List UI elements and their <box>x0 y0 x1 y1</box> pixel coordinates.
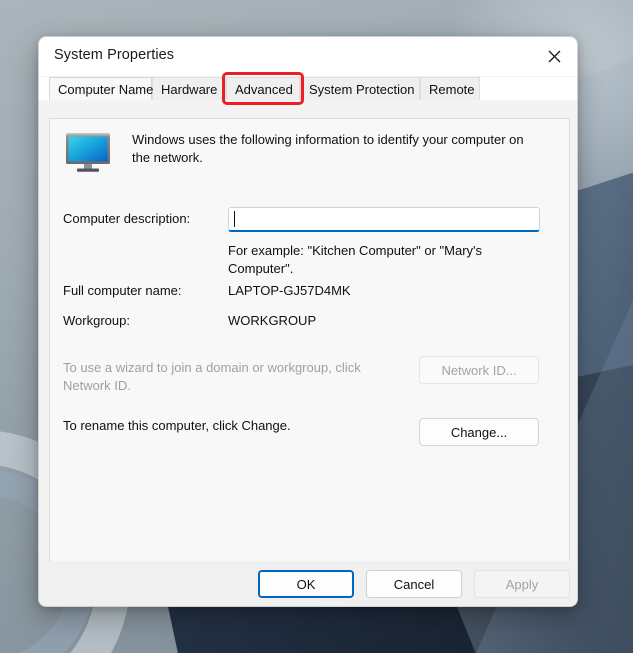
close-icon[interactable] <box>532 37 577 76</box>
title-bar: System Properties <box>39 37 577 76</box>
intro-row: Windows uses the following information t… <box>62 131 562 173</box>
tab-label: Advanced <box>235 81 293 97</box>
window-title: System Properties <box>54 47 175 63</box>
tab-computer-name[interactable]: Computer Name <box>49 77 154 100</box>
tab-remote[interactable]: Remote <box>420 77 480 100</box>
tab-hardware[interactable]: Hardware <box>152 77 226 100</box>
change-button[interactable]: Change... <box>419 418 539 446</box>
tab-label: Remote <box>429 81 475 97</box>
system-properties-dialog: System Properties Computer Name Hardware… <box>38 36 578 607</box>
tab-strip: Computer Name Hardware Advanced System P… <box>39 72 577 105</box>
full-computer-name-label: Full computer name: <box>63 283 182 298</box>
tab-advanced[interactable]: Advanced <box>226 77 300 100</box>
rename-description: To rename this computer, click Change. <box>63 418 291 433</box>
ok-button[interactable]: OK <box>258 570 354 598</box>
tab-content-panel: Windows uses the following information t… <box>49 118 570 562</box>
tab-system-protection[interactable]: System Protection <box>300 77 420 100</box>
intro-text: Windows uses the following information t… <box>132 132 524 165</box>
network-id-button[interactable]: Network ID... <box>419 356 539 384</box>
workgroup-label: Workgroup: <box>63 313 130 328</box>
description-hint: For example: "Kitchen Computer" or "Mary… <box>228 243 483 276</box>
text-caret <box>234 211 235 227</box>
dialog-footer: OK Cancel Apply <box>39 561 577 606</box>
computer-description-input[interactable] <box>228 207 540 232</box>
cancel-button[interactable]: Cancel <box>366 570 462 598</box>
tab-label: System Protection <box>309 81 415 97</box>
tab-label: Hardware <box>161 81 218 97</box>
monitor-icon <box>64 131 112 173</box>
apply-button[interactable]: Apply <box>474 570 570 598</box>
network-id-description: To use a wizard to join a domain or work… <box>63 360 361 393</box>
tab-label: Computer Name <box>58 81 154 97</box>
workgroup-value: WORKGROUP <box>228 313 317 328</box>
computer-description-label: Computer description: <box>63 211 191 226</box>
computer-description-field[interactable] <box>228 207 540 232</box>
full-computer-name-value: LAPTOP-GJ57D4MK <box>228 283 351 298</box>
